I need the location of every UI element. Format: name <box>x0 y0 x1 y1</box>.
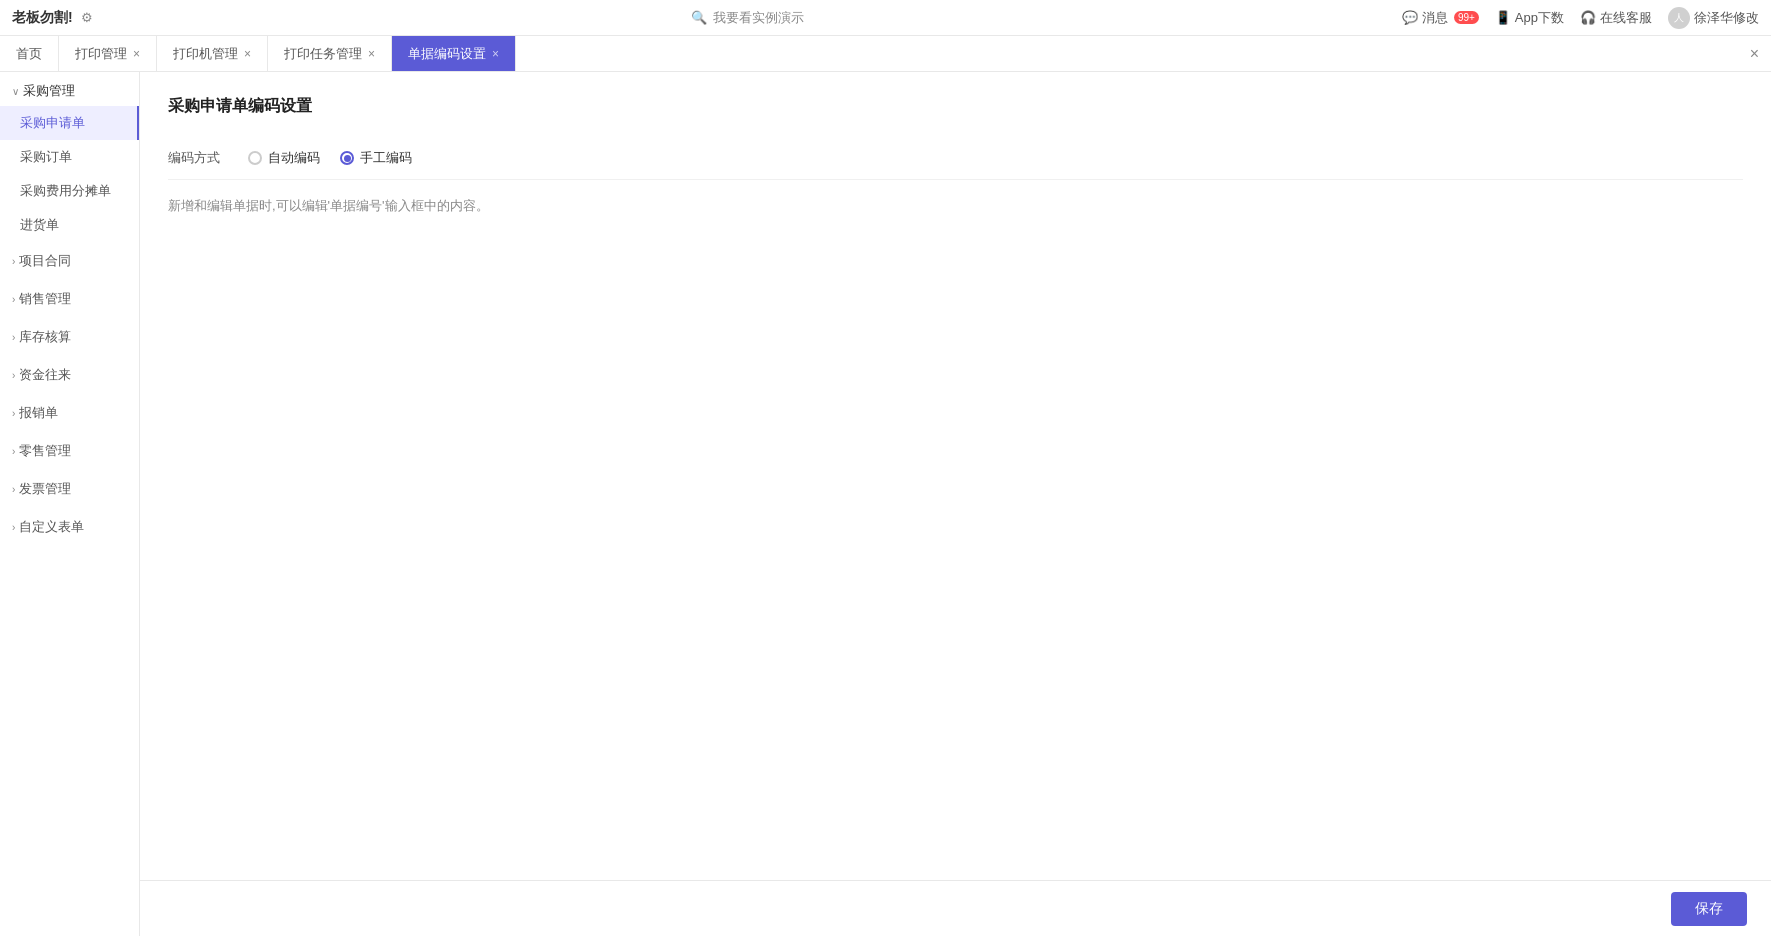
sidebar-item-sales-management[interactable]: › 销售管理 <box>0 280 139 318</box>
radio-auto-circle[interactable] <box>248 151 262 165</box>
sidebar-item-purchase-expense[interactable]: 采购费用分摊单 <box>0 174 139 208</box>
sidebar-item-inventory[interactable]: › 库存核算 <box>0 318 139 356</box>
chevron-right-icon-funds: › <box>12 370 15 381</box>
tab-print-management-close[interactable]: × <box>133 47 140 61</box>
sidebar-item-project-contract[interactable]: › 项目合同 <box>0 242 139 280</box>
sidebar-item-invoice[interactable]: › 发票管理 <box>0 470 139 508</box>
logo-text: 老板勿割! <box>12 9 73 27</box>
tab-printer-management[interactable]: 打印机管理 × <box>157 36 268 71</box>
content-area: 采购申请单编码设置 编码方式 自动编码 手工编码 新增和编辑单据时,可以编辑'单… <box>140 72 1771 936</box>
message-label: 消息 <box>1422 9 1448 27</box>
search-icon: 🔍 <box>691 10 707 25</box>
tab-bar: 首页 打印管理 × 打印机管理 × 打印任务管理 × 单据编码设置 × × <box>0 36 1771 72</box>
radio-manual-coding[interactable]: 手工编码 <box>340 149 412 167</box>
sidebar-item-inventory-label: 库存核算 <box>19 328 71 346</box>
sidebar-group-purchase-title[interactable]: ∨ 采购管理 <box>0 72 139 106</box>
tab-printer-management-close[interactable]: × <box>244 47 251 61</box>
tab-voucher-code-settings-close[interactable]: × <box>492 47 499 61</box>
tab-print-management-label: 打印管理 <box>75 45 127 63</box>
tab-print-management[interactable]: 打印管理 × <box>59 36 157 71</box>
service-label: 在线客服 <box>1600 9 1652 27</box>
radio-auto-coding[interactable]: 自动编码 <box>248 149 320 167</box>
top-bar: 老板勿割! ⚙ 🔍 我要看实例演示 💬 消息 99+ 📱 App下数 🎧 在线客… <box>0 0 1771 36</box>
sidebar-item-funds[interactable]: › 资金往来 <box>0 356 139 394</box>
sidebar-item-expense-report[interactable]: › 报销单 <box>0 394 139 432</box>
sidebar-item-invoice-label: 发票管理 <box>19 480 71 498</box>
chevron-right-icon-inventory: › <box>12 332 15 343</box>
sidebar-item-custom-form[interactable]: › 自定义表单 <box>0 508 139 546</box>
online-service-action[interactable]: 🎧 在线客服 <box>1580 9 1652 27</box>
radio-auto-label: 自动编码 <box>268 149 320 167</box>
sidebar-group-purchase: ∨ 采购管理 采购申请单 采购订单 采购费用分摊单 进货单 <box>0 72 139 242</box>
avatar: 人 <box>1668 7 1690 29</box>
user-info[interactable]: 人 徐泽华修改 <box>1668 7 1759 29</box>
sidebar: ∨ 采购管理 采购申请单 采购订单 采购费用分摊单 进货单 › 项目合同 › 销… <box>0 72 140 936</box>
tab-bar-close-all[interactable]: × <box>1738 36 1771 71</box>
content-body: 采购申请单编码设置 编码方式 自动编码 手工编码 新增和编辑单据时,可以编辑'单… <box>140 72 1771 880</box>
tab-print-task-management-close[interactable]: × <box>368 47 375 61</box>
chevron-right-icon-invoice: › <box>12 484 15 495</box>
chevron-down-icon: ∨ <box>12 86 19 97</box>
message-action[interactable]: 💬 消息 99+ <box>1402 9 1479 27</box>
tab-print-task-management[interactable]: 打印任务管理 × <box>268 36 392 71</box>
chevron-right-icon-retail: › <box>12 446 15 457</box>
sidebar-item-stock-in-label: 进货单 <box>20 217 59 232</box>
prompt-text: 我要看实例演示 <box>713 9 804 27</box>
message-badge: 99+ <box>1454 11 1479 24</box>
chevron-right-icon-custom: › <box>12 522 15 533</box>
page-title: 采购申请单编码设置 <box>168 96 1743 117</box>
sidebar-item-funds-label: 资金往来 <box>19 366 71 384</box>
settings-icon[interactable]: ⚙ <box>81 10 93 25</box>
app-icon: 📱 <box>1495 10 1511 25</box>
sidebar-item-project-contract-label: 项目合同 <box>19 252 71 270</box>
sidebar-item-purchase-order-label: 采购订单 <box>20 149 72 164</box>
tab-print-task-management-label: 打印任务管理 <box>284 45 362 63</box>
app-label: App下数 <box>1515 9 1564 27</box>
save-button[interactable]: 保存 <box>1671 892 1747 926</box>
sidebar-item-custom-form-label: 自定义表单 <box>19 518 84 536</box>
message-icon: 💬 <box>1402 10 1418 25</box>
chevron-right-icon-sales: › <box>12 294 15 305</box>
sidebar-item-stock-in[interactable]: 进货单 <box>0 208 139 242</box>
radio-group-coding: 自动编码 手工编码 <box>248 149 412 167</box>
tab-printer-management-label: 打印机管理 <box>173 45 238 63</box>
chevron-right-icon-expense: › <box>12 408 15 419</box>
tab-voucher-code-settings[interactable]: 单据编码设置 × <box>392 36 516 71</box>
tab-home-label: 首页 <box>16 45 42 63</box>
sidebar-item-purchase-request[interactable]: 采购申请单 <box>0 106 139 140</box>
sidebar-item-purchase-order[interactable]: 采购订单 <box>0 140 139 174</box>
content-footer: 保存 <box>140 880 1771 936</box>
top-bar-center[interactable]: 🔍 我要看实例演示 <box>691 9 804 27</box>
service-icon: 🎧 <box>1580 10 1596 25</box>
sidebar-item-retail[interactable]: › 零售管理 <box>0 432 139 470</box>
form-label-coding: 编码方式 <box>168 149 228 167</box>
sidebar-group-purchase-label: 采购管理 <box>23 82 75 100</box>
app-download-action[interactable]: 📱 App下数 <box>1495 9 1564 27</box>
sidebar-item-expense-report-label: 报销单 <box>19 404 58 422</box>
user-name: 徐泽华修改 <box>1694 9 1759 27</box>
tab-home[interactable]: 首页 <box>0 36 59 71</box>
main-layout: ∨ 采购管理 采购申请单 采购订单 采购费用分摊单 进货单 › 项目合同 › 销… <box>0 72 1771 936</box>
radio-manual-label: 手工编码 <box>360 149 412 167</box>
chevron-right-icon-project: › <box>12 256 15 267</box>
top-bar-left: 老板勿割! ⚙ <box>12 9 93 27</box>
radio-manual-circle[interactable] <box>340 151 354 165</box>
description-text: 新增和编辑单据时,可以编辑'单据编号'输入框中的内容。 <box>168 196 1743 217</box>
coding-method-row: 编码方式 自动编码 手工编码 <box>168 137 1743 180</box>
tab-voucher-code-settings-label: 单据编码设置 <box>408 45 486 63</box>
sidebar-item-sales-management-label: 销售管理 <box>19 290 71 308</box>
sidebar-item-purchase-request-label: 采购申请单 <box>20 115 85 130</box>
top-bar-right: 💬 消息 99+ 📱 App下数 🎧 在线客服 人 徐泽华修改 <box>1402 7 1759 29</box>
sidebar-item-retail-label: 零售管理 <box>19 442 71 460</box>
sidebar-item-purchase-expense-label: 采购费用分摊单 <box>20 183 111 198</box>
